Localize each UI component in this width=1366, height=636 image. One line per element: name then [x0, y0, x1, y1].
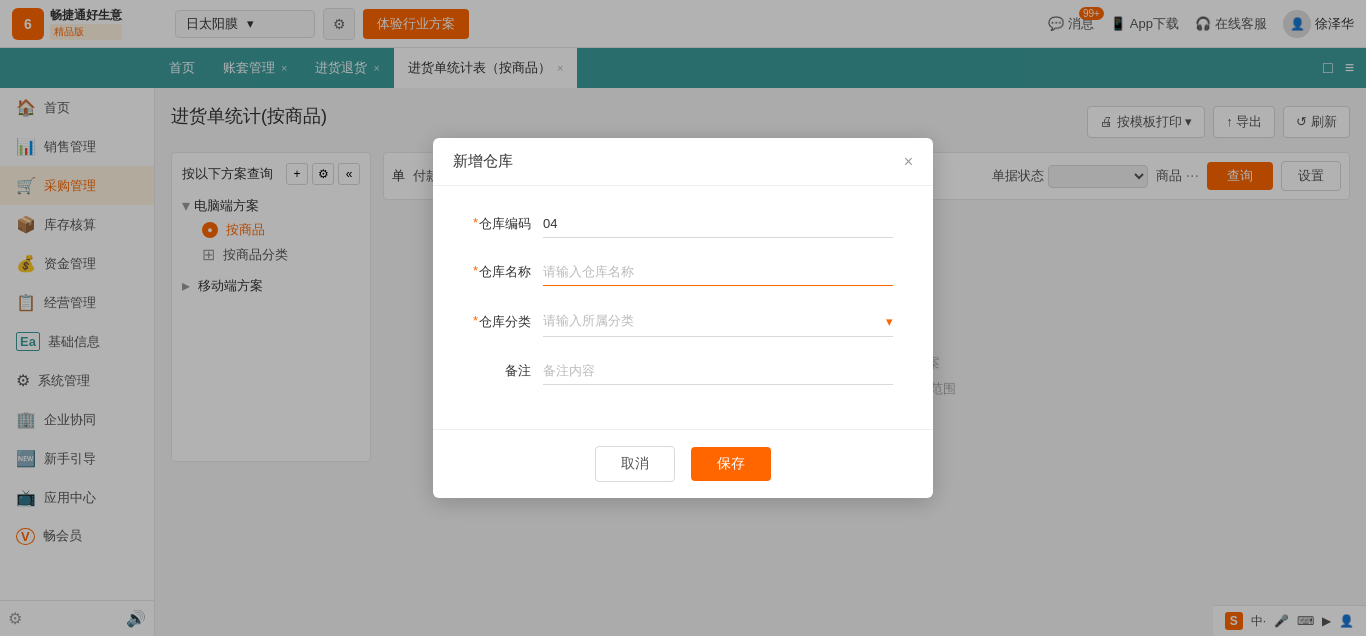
remark-form-item: 备注: [473, 357, 893, 385]
name-label: 仓库名称: [473, 263, 543, 281]
remark-label: 备注: [473, 362, 543, 380]
cancel-button[interactable]: 取消: [595, 446, 675, 482]
code-label: 仓库编码: [473, 215, 543, 233]
code-input[interactable]: [543, 210, 893, 238]
name-input[interactable]: [543, 258, 893, 286]
remark-input[interactable]: [543, 357, 893, 385]
name-form-item: 仓库名称: [473, 258, 893, 286]
category-placeholder: 请输入所属分类: [543, 312, 634, 330]
save-button[interactable]: 保存: [691, 447, 771, 481]
dialog-title: 新增仓库: [453, 152, 513, 171]
category-select[interactable]: 请输入所属分类 ▾: [543, 306, 893, 337]
dialog-footer: 取消 保存: [433, 429, 933, 498]
category-form-item: 仓库分类 请输入所属分类 ▾: [473, 306, 893, 337]
dialog-close-button[interactable]: ×: [904, 153, 913, 171]
code-form-item: 仓库编码: [473, 210, 893, 238]
dialog-overlay: 新增仓库 × 仓库编码 仓库名称 仓库分类 请输入所属分类 ▾: [0, 0, 1366, 636]
dialog-header: 新增仓库 ×: [433, 138, 933, 186]
add-warehouse-dialog: 新增仓库 × 仓库编码 仓库名称 仓库分类 请输入所属分类 ▾: [433, 138, 933, 498]
dialog-body: 仓库编码 仓库名称 仓库分类 请输入所属分类 ▾ 备注: [433, 186, 933, 429]
category-label: 仓库分类: [473, 313, 543, 331]
category-chevron-icon: ▾: [886, 314, 893, 329]
